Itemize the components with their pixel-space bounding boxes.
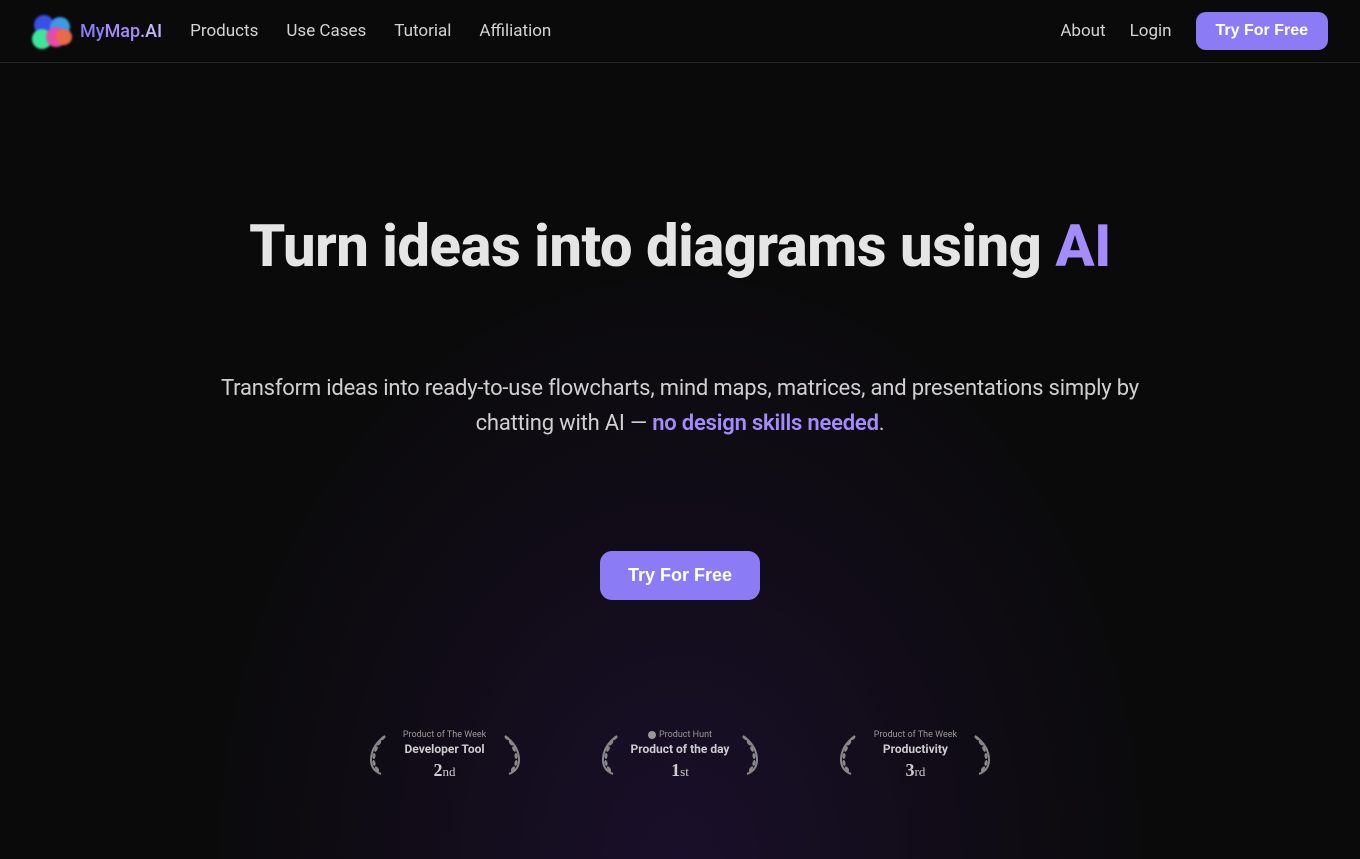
logo-text: MyMap.AI — [80, 21, 162, 42]
badge-text: Product of The Week Productivity 3rd — [869, 730, 961, 781]
laurel-right-icon — [497, 732, 525, 780]
laurel-left-icon — [835, 732, 863, 780]
badge-rank: 2nd — [434, 760, 456, 781]
badge-category: Productivity — [883, 742, 948, 756]
badge-caption: Product of The Week — [874, 730, 957, 740]
nav-use-cases[interactable]: Use Cases — [286, 21, 366, 41]
badge-rank: 1st — [671, 760, 689, 781]
site-header: MyMap.AI Products Use Cases Tutorial Aff… — [0, 0, 1360, 63]
hero-try-free-button[interactable]: Try For Free — [600, 551, 760, 600]
laurel-right-icon — [967, 732, 995, 780]
hero-title: Turn ideas into diagrams using AI — [249, 213, 1111, 281]
badge-text: Product of The Week Developer Tool 2nd — [399, 730, 491, 781]
logo-link[interactable]: MyMap.AI — [32, 15, 162, 47]
product-hunt-icon — [648, 731, 656, 739]
hero-section: Turn ideas into diagrams using AI Transf… — [0, 63, 1360, 781]
header-left: MyMap.AI Products Use Cases Tutorial Aff… — [32, 15, 551, 47]
badge-category: Product of the day — [631, 742, 730, 756]
badge-rank: 3rd — [906, 760, 926, 781]
header-right: About Login Try For Free — [1060, 12, 1328, 50]
badge-caption: Product Hunt — [648, 730, 712, 740]
header-try-free-button[interactable]: Try For Free — [1196, 12, 1328, 50]
nav-products[interactable]: Products — [190, 21, 258, 41]
award-badge: Product of The Week Productivity 3rd — [835, 730, 995, 781]
award-badge: Product of The Week Developer Tool 2nd — [365, 730, 525, 781]
nav-tutorial[interactable]: Tutorial — [394, 21, 451, 41]
badge-category: Developer Tool — [404, 742, 484, 756]
laurel-right-icon — [735, 732, 763, 780]
award-badges: Product of The Week Developer Tool 2nd Pro… — [365, 730, 996, 781]
laurel-left-icon — [597, 732, 625, 780]
hero-subtitle: Transform ideas into ready-to-use flowch… — [220, 371, 1140, 441]
badge-caption: Product of The Week — [403, 730, 486, 740]
badge-text: Product Hunt Product of the day 1st — [631, 730, 730, 781]
laurel-left-icon — [365, 732, 393, 780]
award-badge: Product Hunt Product of the day 1st — [597, 730, 764, 781]
nav-about[interactable]: About — [1060, 21, 1105, 41]
nav-affiliation[interactable]: Affiliation — [479, 21, 551, 41]
nav-login[interactable]: Login — [1130, 21, 1172, 41]
logo-icon — [32, 15, 72, 47]
